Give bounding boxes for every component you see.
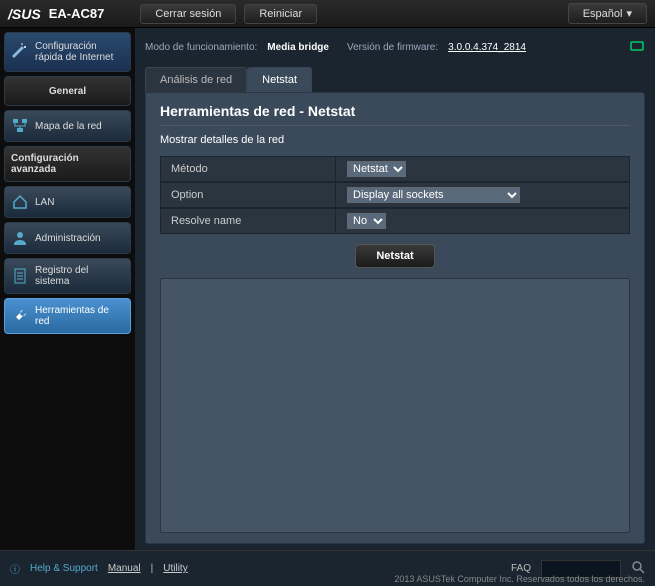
panel: Herramientas de red - Netstat Mostrar de… <box>145 92 645 544</box>
sidebar-label: Mapa de la red <box>35 121 102 132</box>
tab-netstat[interactable]: Netstat <box>247 67 312 92</box>
user-icon <box>11 229 29 247</box>
wand-icon <box>11 43 29 61</box>
sidebar-item-admin[interactable]: Administración <box>4 222 131 254</box>
tabs: Análisis de red Netstat <box>145 67 645 92</box>
action-row: Netstat <box>160 234 630 278</box>
firmware-link[interactable]: 3.0.0.4.374_2814 <box>448 42 526 53</box>
option-select[interactable]: Display all sockets <box>346 186 521 204</box>
output-area <box>160 278 630 533</box>
help-support-link[interactable]: Help & Support <box>30 563 98 574</box>
sidebar-label: LAN <box>35 197 54 208</box>
document-icon <box>11 267 29 285</box>
faq-label: FAQ <box>511 563 531 574</box>
language-label: Español <box>583 8 623 20</box>
netstat-button[interactable]: Netstat <box>355 244 434 268</box>
sidebar-item-netmap[interactable]: Mapa de la red <box>4 110 131 142</box>
resolve-label: Resolve name <box>161 209 336 233</box>
sidebar-label: Herramientas de red <box>35 305 124 327</box>
method-label: Método <box>161 157 336 181</box>
sidebar-item-lan[interactable]: LAN <box>4 186 131 218</box>
sidebar-section-advanced: Configuración avanzada <box>4 146 131 182</box>
copyright: 2013 ASUSTek Computer Inc. Reservados to… <box>394 574 645 584</box>
home-icon <box>11 193 29 211</box>
utility-link[interactable]: Utility <box>163 563 187 574</box>
language-selector[interactable]: Español ▾ <box>568 3 647 24</box>
sidebar-label: Administración <box>35 233 101 244</box>
panel-subtitle: Mostrar detalles de la red <box>160 125 630 156</box>
model-name: EA-AC87 <box>49 6 105 21</box>
sidebar: Configuración rápida de Internet General… <box>0 28 135 550</box>
sidebar-item-syslog[interactable]: Registro del sistema <box>4 258 131 294</box>
brand-logo: /SUS <box>8 6 41 22</box>
sidebar-item-nettools[interactable]: Herramientas de red <box>4 298 131 334</box>
status-icon <box>629 38 645 57</box>
reboot-button[interactable]: Reiniciar <box>244 4 317 24</box>
chevron-down-icon: ▾ <box>626 7 632 20</box>
mode-row: Modo de funcionamiento: Media bridge Ver… <box>145 34 645 61</box>
mode-value: Media bridge <box>267 42 329 53</box>
wrench-icon <box>11 307 29 325</box>
main-area: Configuración rápida de Internet General… <box>0 28 655 550</box>
form-row-option: Option Display all sockets <box>160 182 630 208</box>
option-label: Option <box>161 183 336 207</box>
sidebar-label: Configuración rápida de Internet <box>35 41 124 63</box>
sidebar-label: Registro del sistema <box>35 265 124 287</box>
content-area: Modo de funcionamiento: Media bridge Ver… <box>135 28 655 550</box>
form-row-resolve: Resolve name No <box>160 208 630 234</box>
form-row-method: Método Netstat <box>160 156 630 182</box>
sidebar-section-general: General <box>4 76 131 106</box>
info-icon: ⓘ <box>10 561 20 576</box>
sidebar-item-wizard[interactable]: Configuración rápida de Internet <box>4 32 131 72</box>
panel-title: Herramientas de red - Netstat <box>160 103 630 125</box>
header-bar: /SUS EA-AC87 Cerrar sesión Reiniciar Esp… <box>0 0 655 28</box>
network-icon <box>11 117 29 135</box>
mode-label: Modo de funcionamiento: <box>145 42 257 53</box>
brand-text: /SUS <box>8 6 41 22</box>
tab-analysis[interactable]: Análisis de red <box>145 67 247 92</box>
manual-link[interactable]: Manual <box>108 563 141 574</box>
logout-button[interactable]: Cerrar sesión <box>140 4 236 24</box>
resolve-select[interactable]: No <box>346 212 387 230</box>
firmware-label: Versión de firmware: <box>347 42 438 53</box>
method-select[interactable]: Netstat <box>346 160 407 178</box>
